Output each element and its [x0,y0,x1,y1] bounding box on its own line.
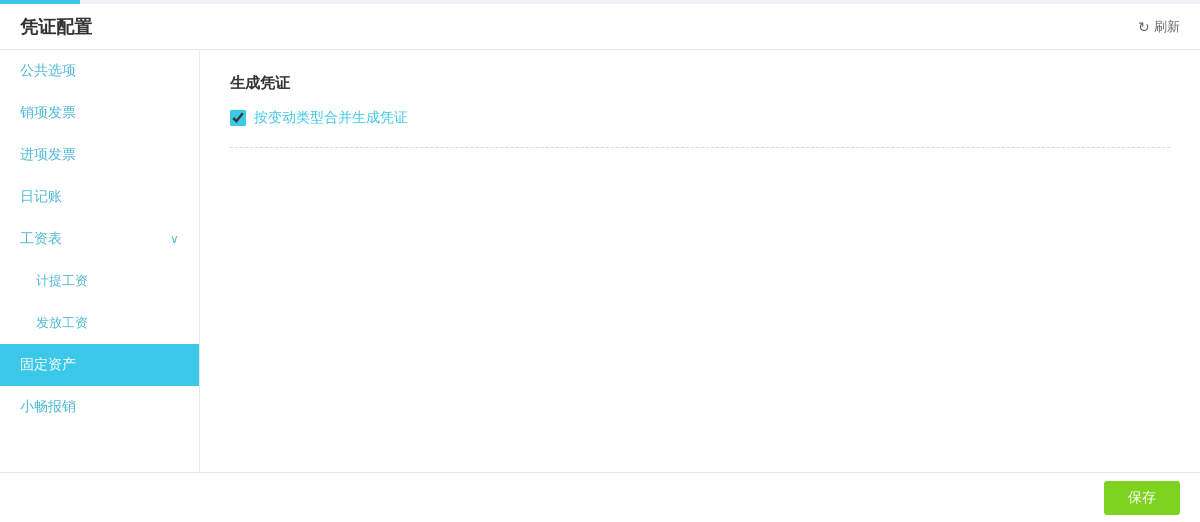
sidebar-item-label: 工资表 [20,230,62,248]
merge-by-type-label[interactable]: 按变动类型合并生成凭证 [254,109,408,127]
sidebar-item-public[interactable]: 公共选项 [0,50,199,92]
sidebar-item-label: 公共选项 [20,62,76,80]
sidebar-item-label: 计提工资 [36,272,88,290]
refresh-button[interactable]: ↻ 刷新 [1138,18,1180,36]
checkbox-row: 按变动类型合并生成凭证 [230,109,1170,127]
merge-by-type-checkbox[interactable] [230,110,246,126]
sidebar-item-expense[interactable]: 小畅报销 [0,386,199,428]
sidebar-item-payroll-accrual[interactable]: 计提工资 [0,260,199,302]
header: 凭证配置 ↻ 刷新 [0,4,1200,50]
sidebar-item-label: 发放工资 [36,314,88,332]
page-title: 凭证配置 [20,15,92,39]
sidebar-item-label: 日记账 [20,188,62,206]
section-title: 生成凭证 [230,74,1170,93]
sidebar-item-payroll[interactable]: 工资表 ∨ [0,218,199,260]
main-content: 公共选项销项发票进项发票日记账工资表 ∨ 计提工资发放工资固定资产小畅报销 生成凭证… [0,50,1200,472]
sidebar-item-label: 固定资产 [20,356,76,374]
top-accent-bar [0,0,80,4]
page-wrapper: 凭证配置 ↻ 刷新 公共选项销项发票进项发票日记账工资表 ∨ 计提工资发放工资固定资… [0,0,1200,522]
chevron-down-icon: ∨ [170,232,179,246]
sidebar-item-label: 销项发票 [20,104,76,122]
sidebar-item-sales-invoice[interactable]: 销项发票 [0,92,199,134]
sidebar-item-label: 进项发票 [20,146,76,164]
sidebar: 公共选项销项发票进项发票日记账工资表 ∨ 计提工资发放工资固定资产小畅报销 [0,50,200,472]
refresh-label: 刷新 [1154,18,1180,36]
sidebar-item-journal[interactable]: 日记账 [0,176,199,218]
content-area: 生成凭证 按变动类型合并生成凭证 [200,50,1200,472]
sidebar-item-payroll-issue[interactable]: 发放工资 [0,302,199,344]
sidebar-item-label: 小畅报销 [20,398,76,416]
sidebar-item-purchase-invoice[interactable]: 进项发票 [0,134,199,176]
footer: 保存 [0,472,1200,522]
section-divider [230,147,1170,148]
refresh-icon: ↻ [1138,19,1150,35]
save-button[interactable]: 保存 [1104,481,1180,515]
sidebar-item-fixed-assets[interactable]: 固定资产 [0,344,199,386]
